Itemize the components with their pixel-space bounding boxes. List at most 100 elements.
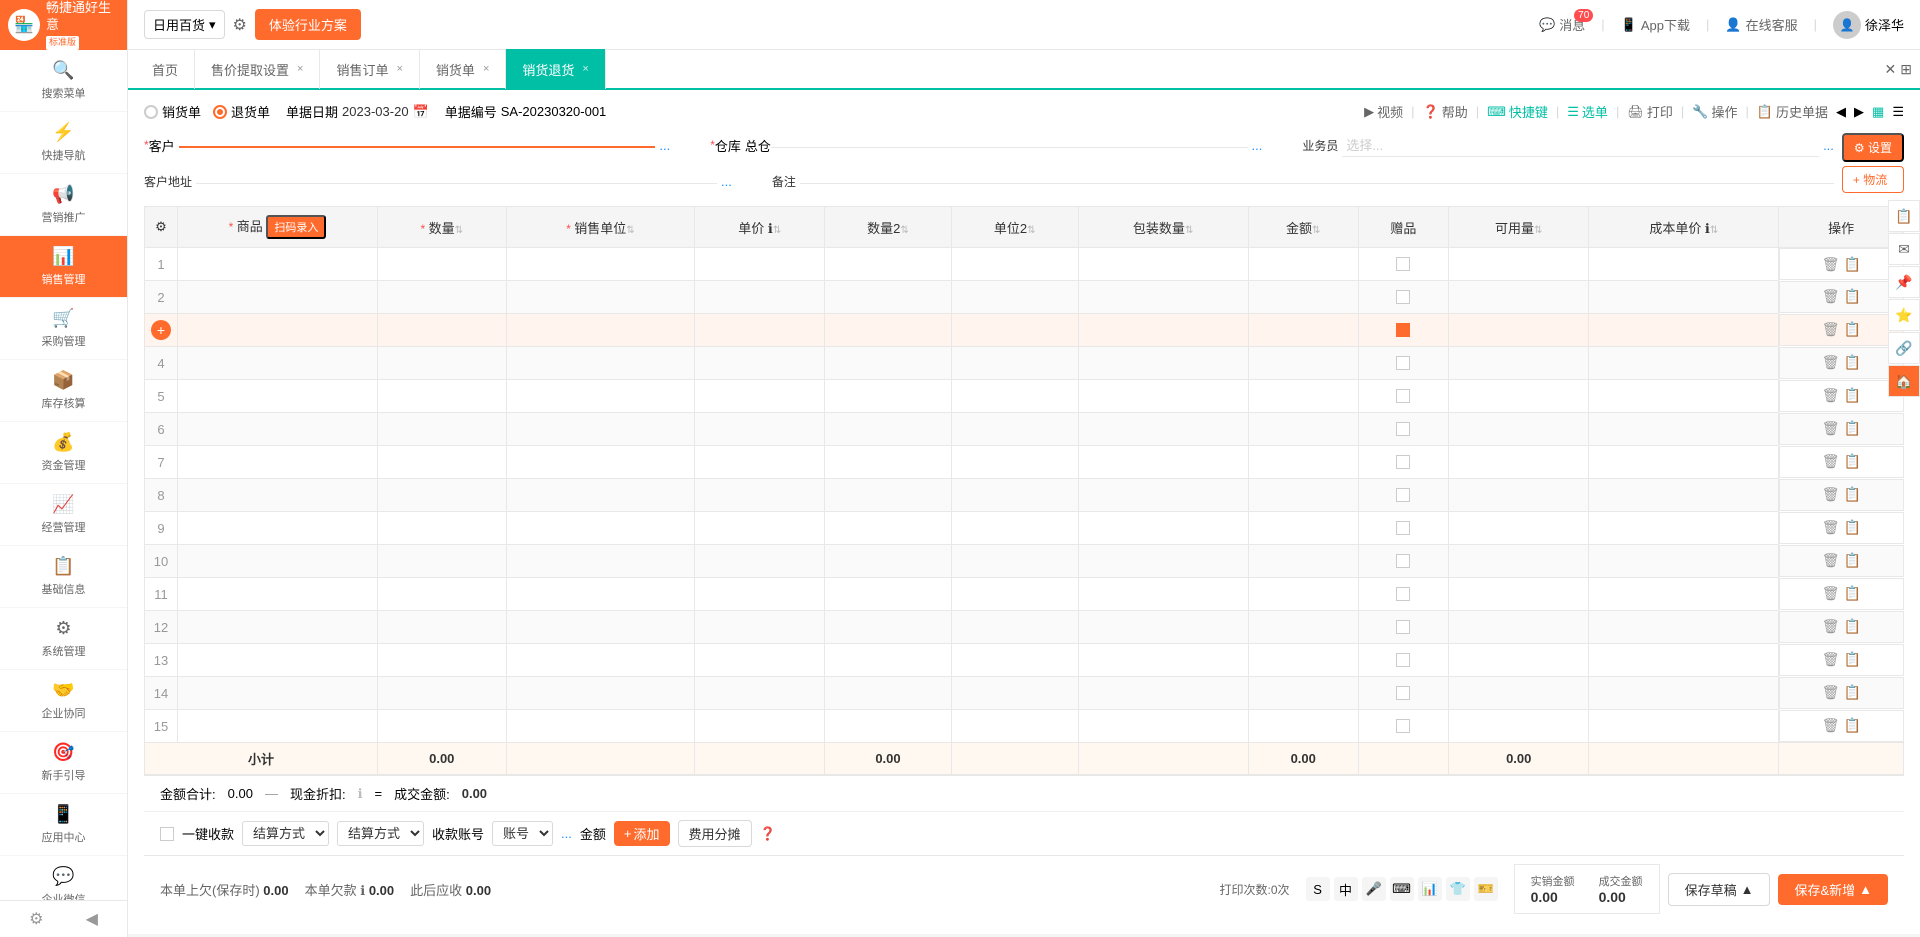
radio-sales[interactable]: 销货单 [144, 102, 201, 121]
copy-btn-2[interactable]: 📋 [1844, 288, 1861, 305]
copy-btn-11[interactable]: 📋 [1844, 585, 1861, 602]
gift-cb-15[interactable] [1396, 719, 1410, 733]
amount-cell-15[interactable] [1248, 710, 1358, 743]
unit2-cell-5[interactable] [951, 380, 1078, 413]
copy-btn-14[interactable]: 📋 [1844, 684, 1861, 701]
address-dots[interactable]: ... [721, 174, 732, 189]
app-download-btn[interactable]: 📱 App下载 [1621, 15, 1690, 34]
product-cell-5[interactable] [178, 380, 378, 413]
qty2-cell-9[interactable] [825, 512, 952, 545]
delete-btn-15[interactable]: 🗑 [1822, 717, 1840, 734]
amount-cell-5[interactable] [1248, 380, 1358, 413]
price-cell-15[interactable] [695, 710, 825, 743]
delete-btn-3[interactable]: 🗑 [1822, 321, 1840, 338]
cost-price-cell-4[interactable] [1589, 347, 1779, 380]
price-cell-2[interactable] [695, 281, 825, 314]
copy-btn-5[interactable]: 📋 [1844, 387, 1861, 404]
radio-return[interactable]: 退货单 [213, 102, 270, 121]
qty-cell-3[interactable] [378, 314, 507, 347]
qty-cell-14[interactable] [378, 677, 507, 710]
add-row-btn[interactable]: + [151, 320, 171, 340]
gift-cb-12[interactable] [1396, 620, 1410, 634]
cost-price-cell-5[interactable] [1589, 380, 1779, 413]
product-cell-9[interactable] [178, 512, 378, 545]
history-btn[interactable]: 📋 历史单据 [1757, 102, 1828, 121]
unit2-cell-9[interactable] [951, 512, 1078, 545]
qty2-cell-11[interactable] [825, 578, 952, 611]
unit2-cell-3[interactable] [951, 314, 1078, 347]
qty2-cell-3[interactable] [825, 314, 952, 347]
unit-cell-1[interactable] [506, 248, 695, 281]
toolbar-icon-4[interactable]: ⌨ [1390, 877, 1414, 901]
grid-view-btn[interactable]: ▦ [1872, 104, 1884, 120]
close-all-tabs-btn[interactable]: ✕ [1885, 61, 1897, 78]
qty2-cell-6[interactable] [825, 413, 952, 446]
product-cell-15[interactable] [178, 710, 378, 743]
available-cell-4[interactable] [1449, 347, 1589, 380]
product-cell-4[interactable] [178, 347, 378, 380]
gift-cb-1[interactable] [1396, 257, 1410, 271]
gift-cell-3[interactable] [1358, 314, 1448, 347]
address-input[interactable] [196, 179, 717, 184]
cost-price-cell-6[interactable] [1589, 413, 1779, 446]
toolbar-icon-6[interactable]: 👕 [1446, 877, 1470, 901]
sidebar-item-operations[interactable]: 📈经营管理 [0, 484, 127, 546]
calendar-icon[interactable]: 📅 [413, 104, 429, 120]
gift-cell-7[interactable] [1358, 446, 1448, 479]
price-cell-11[interactable] [695, 578, 825, 611]
right-tool-pin[interactable]: 📌 [1888, 266, 1920, 298]
pkg-qty-cell-9[interactable] [1078, 512, 1248, 545]
price-cell-1[interactable] [695, 248, 825, 281]
qty2-cell-1[interactable] [825, 248, 952, 281]
cost-price-cell-1[interactable] [1589, 248, 1779, 281]
gift-cb-9[interactable] [1396, 521, 1410, 535]
pkg-qty-cell-12[interactable] [1078, 611, 1248, 644]
gift-cb-13[interactable] [1396, 653, 1410, 667]
cost-price-cell-15[interactable] [1589, 710, 1779, 743]
copy-btn-6[interactable]: 📋 [1844, 420, 1861, 437]
qty2-cell-7[interactable] [825, 446, 952, 479]
gift-cell-1[interactable] [1358, 248, 1448, 281]
qty-cell-13[interactable] [378, 644, 507, 677]
qty-cell-4[interactable] [378, 347, 507, 380]
product-cell-12[interactable] [178, 611, 378, 644]
customer-input[interactable] [179, 142, 656, 148]
tab-sales-order[interactable]: 销售订单 × [320, 49, 419, 89]
copy-btn-15[interactable]: 📋 [1844, 717, 1861, 734]
delete-btn-7[interactable]: 🗑 [1822, 453, 1840, 470]
unit2-cell-14[interactable] [951, 677, 1078, 710]
sidebar-item-inventory[interactable]: 📦库存核算 [0, 360, 127, 422]
daily-goods-select[interactable]: 日用百货 ▾ [144, 10, 225, 39]
delete-btn-6[interactable]: 🗑 [1822, 420, 1840, 437]
right-tool-home[interactable]: 🏠 [1888, 365, 1920, 397]
amount-cell-8[interactable] [1248, 479, 1358, 512]
copy-btn-9[interactable]: 📋 [1844, 519, 1861, 536]
price-cell-6[interactable] [695, 413, 825, 446]
salesperson-dots[interactable]: ... [1823, 138, 1834, 153]
product-cell-1[interactable] [178, 248, 378, 281]
gift-cell-5[interactable] [1358, 380, 1448, 413]
gift-cb-7[interactable] [1396, 455, 1410, 469]
help-btn[interactable]: ❓ 帮助 [1423, 102, 1468, 121]
qty-cell-5[interactable] [378, 380, 507, 413]
delete-btn-8[interactable]: 🗑 [1822, 486, 1840, 503]
unit-cell-5[interactable] [506, 380, 695, 413]
toolbar-icon-1[interactable]: S [1306, 877, 1330, 901]
qty2-cell-14[interactable] [825, 677, 952, 710]
delete-btn-14[interactable]: 🗑 [1822, 684, 1840, 701]
close-price-icon[interactable]: × [297, 63, 303, 75]
gift-cb-4[interactable] [1396, 356, 1410, 370]
delete-btn-5[interactable]: 🗑 [1822, 387, 1840, 404]
gift-cb-2[interactable] [1396, 290, 1410, 304]
amount-cell-11[interactable] [1248, 578, 1358, 611]
cost-price-cell-7[interactable] [1589, 446, 1779, 479]
gift-cell-14[interactable] [1358, 677, 1448, 710]
print-btn[interactable]: 🖨 打印 [1627, 102, 1673, 121]
unit-cell-11[interactable] [506, 578, 695, 611]
save-draft-btn[interactable]: 保存草稿 ▲ [1668, 873, 1771, 906]
one-click-checkbox[interactable] [160, 827, 174, 841]
available-cell-7[interactable] [1449, 446, 1589, 479]
sidebar-item-basic-info[interactable]: 📋基础信息 [0, 546, 127, 608]
settings-btn[interactable]: ⚙ 设置 [1842, 133, 1904, 162]
settlement-method-select[interactable]: 结算方式 [242, 821, 329, 846]
